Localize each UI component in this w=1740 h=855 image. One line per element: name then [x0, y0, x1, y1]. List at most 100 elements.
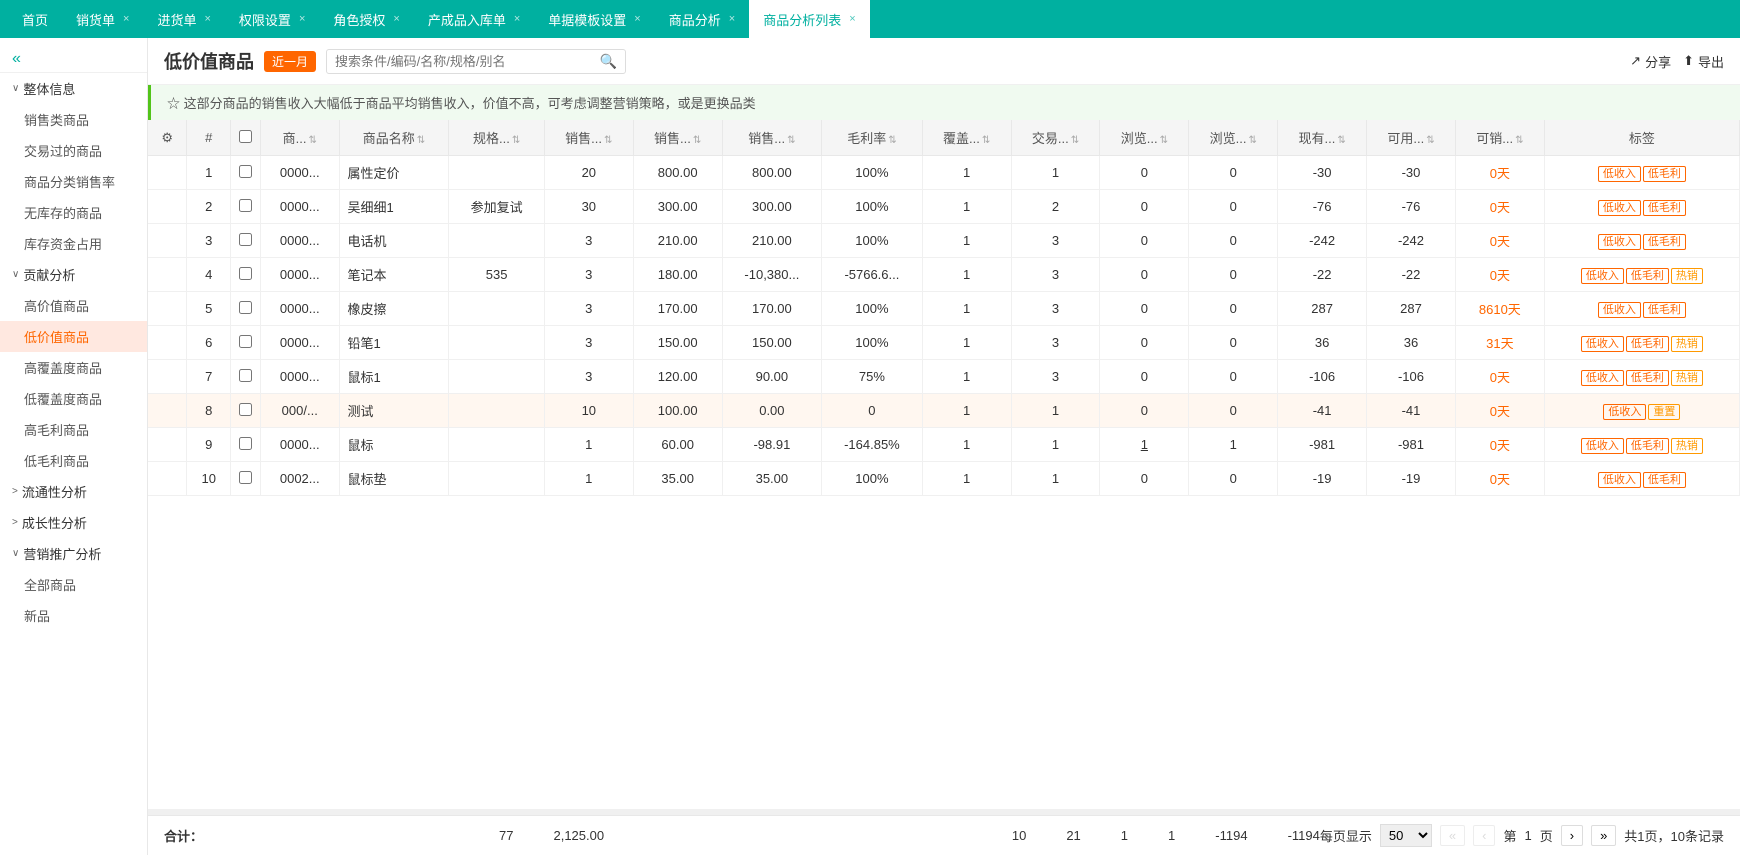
th-cover[interactable]: 覆盖...⇅ — [922, 120, 1011, 156]
next-page-btn[interactable]: › — [1561, 825, 1583, 846]
sidebar-group-circulation[interactable]: > 流通性分析 — [0, 476, 147, 507]
th-stock3[interactable]: 可销...⇅ — [1455, 120, 1544, 156]
close-icon[interactable]: × — [393, 13, 399, 25]
row-checkbox[interactable] — [239, 335, 252, 348]
table-row: 8 000/... 测试 10 100.00 0.00 0 1 1 0 0 -4… — [148, 394, 1740, 428]
row-browse2: 0 — [1189, 292, 1278, 326]
table-row: 1 0000... 属性定价 20 800.00 800.00 100% 1 1… — [148, 156, 1740, 190]
row-code: 0002... — [260, 462, 339, 496]
nav-permission[interactable]: 权限设置 × — [225, 0, 319, 38]
sidebar-item-high-margin[interactable]: 高毛利商品 — [0, 414, 147, 445]
close-icon[interactable]: × — [204, 13, 210, 25]
period-tag-btn[interactable]: 近一月 — [264, 51, 316, 72]
footer-stock1: -1194 — [1215, 828, 1247, 843]
nav-sales[interactable]: 销货单 × — [62, 0, 143, 38]
row-margin: 100% — [822, 292, 923, 326]
last-page-btn[interactable]: » — [1591, 825, 1616, 846]
row-checkbox-cell[interactable] — [230, 428, 260, 462]
row-checkbox[interactable] — [239, 199, 252, 212]
nav-product-in[interactable]: 产成品入库单 × — [414, 0, 534, 38]
row-checkbox-cell[interactable] — [230, 156, 260, 190]
nav-template[interactable]: 单据模板设置 × — [534, 0, 654, 38]
close-icon[interactable]: × — [729, 13, 735, 25]
row-checkbox[interactable] — [239, 301, 252, 314]
sidebar-item-category-rate[interactable]: 商品分类销售率 — [0, 166, 147, 197]
close-icon[interactable]: × — [123, 13, 129, 25]
row-checkbox[interactable] — [239, 233, 252, 246]
search-input[interactable] — [335, 54, 596, 69]
row-checkbox-cell[interactable] — [230, 360, 260, 394]
row-days: 0天 — [1455, 360, 1544, 394]
row-checkbox-cell[interactable] — [230, 224, 260, 258]
prev-page-btn[interactable]: ‹ — [1473, 825, 1495, 846]
sidebar-item-high-value[interactable]: 高价值商品 — [0, 290, 147, 321]
row-qty: 20 — [544, 156, 633, 190]
nav-analysis[interactable]: 商品分析 × — [655, 0, 749, 38]
row-checkbox-cell[interactable] — [230, 394, 260, 428]
sidebar-item-sales-category[interactable]: 销售类商品 — [0, 104, 147, 135]
row-checkbox-cell[interactable] — [230, 190, 260, 224]
sidebar-group-contribution[interactable]: ∨ 贡献分析 — [0, 259, 147, 290]
close-icon[interactable]: × — [849, 13, 855, 25]
share-button[interactable]: ↗ 分享 — [1630, 52, 1671, 71]
per-page-select[interactable]: 50 100 200 — [1380, 824, 1432, 847]
sidebar-group-overall[interactable]: ∨ 整体信息 — [0, 73, 147, 104]
th-trade[interactable]: 交易...⇅ — [1011, 120, 1100, 156]
close-icon[interactable]: × — [514, 13, 520, 25]
th-sale3[interactable]: 销售...⇅ — [722, 120, 822, 156]
table-wrapper[interactable]: ⚙ # 商...⇅ 商品名称⇅ 规格...⇅ 销售...⇅ 销售...⇅ 销售.… — [148, 120, 1740, 809]
row-checkbox-cell[interactable] — [230, 292, 260, 326]
nav-analysis-list[interactable]: 商品分析列表 × — [749, 0, 869, 38]
th-code[interactable]: 商...⇅ — [260, 120, 339, 156]
th-browse1[interactable]: 浏览...⇅ — [1100, 120, 1189, 156]
nav-purchase[interactable]: 进货单 × — [143, 0, 224, 38]
sidebar-item-stock-fund[interactable]: 库存资金占用 — [0, 228, 147, 259]
row-checkbox[interactable] — [239, 267, 252, 280]
row-trade: 3 — [1011, 224, 1100, 258]
row-checkbox[interactable] — [239, 437, 252, 450]
row-checkbox[interactable] — [239, 403, 252, 416]
sidebar-collapse-btn[interactable]: « — [8, 50, 25, 68]
row-margin: 100% — [822, 462, 923, 496]
sidebar-item-traded[interactable]: 交易过的商品 — [0, 135, 147, 166]
sidebar-group-marketing[interactable]: ∨ 营销推广分析 — [0, 538, 147, 569]
th-margin[interactable]: 毛利率⇅ — [822, 120, 923, 156]
sidebar-item-low-margin[interactable]: 低毛利商品 — [0, 445, 147, 476]
sidebar-item-new-products[interactable]: 新品 — [0, 600, 147, 631]
th-checkbox[interactable] — [230, 120, 260, 156]
row-checkbox[interactable] — [239, 165, 252, 178]
info-banner: ☆ 这部分商品的销售收入大幅低于商品平均销售收入，价值不高，可考虑调整营销策略，… — [148, 85, 1740, 120]
close-icon[interactable]: × — [634, 13, 640, 25]
sidebar-item-no-stock[interactable]: 无库存的商品 — [0, 197, 147, 228]
row-spec: 参加复试 — [449, 190, 544, 224]
row-checkbox[interactable] — [239, 369, 252, 382]
export-button[interactable]: ⬆ 导出 — [1683, 52, 1724, 71]
nav-home[interactable]: 首页 — [8, 0, 62, 38]
select-all-checkbox[interactable] — [239, 130, 252, 143]
table-row: 3 0000... 电话机 3 210.00 210.00 100% 1 3 0… — [148, 224, 1740, 258]
row-checkbox-cell[interactable] — [230, 258, 260, 292]
th-stock1[interactable]: 现有...⇅ — [1278, 120, 1367, 156]
th-sale1[interactable]: 销售...⇅ — [544, 120, 633, 156]
close-icon[interactable]: × — [299, 13, 305, 25]
sidebar-group-growth[interactable]: > 成长性分析 — [0, 507, 147, 538]
sidebar-item-low-value[interactable]: 低价值商品 — [0, 321, 147, 352]
th-settings[interactable]: ⚙ — [148, 120, 187, 156]
th-stock2[interactable]: 可用...⇅ — [1367, 120, 1456, 156]
row-checkbox-cell[interactable] — [230, 326, 260, 360]
nav-role[interactable]: 角色授权 × — [319, 0, 413, 38]
page-header: 低价值商品 近一月 🔍 ↗ 分享 ⬆ 导出 — [148, 38, 1740, 85]
sidebar-item-all-products[interactable]: 全部商品 — [0, 569, 147, 600]
row-days: 0天 — [1455, 394, 1544, 428]
th-browse2[interactable]: 浏览...⇅ — [1189, 120, 1278, 156]
search-icon[interactable]: 🔍 — [600, 53, 617, 70]
th-spec[interactable]: 规格...⇅ — [449, 120, 544, 156]
sidebar-item-low-coverage[interactable]: 低覆盖度商品 — [0, 383, 147, 414]
row-checkbox[interactable] — [239, 471, 252, 484]
th-name[interactable]: 商品名称⇅ — [339, 120, 449, 156]
row-browse1[interactable]: 1 — [1100, 428, 1189, 462]
th-sale2[interactable]: 销售...⇅ — [633, 120, 722, 156]
first-page-btn[interactable]: « — [1440, 825, 1465, 846]
row-checkbox-cell[interactable] — [230, 462, 260, 496]
sidebar-item-high-coverage[interactable]: 高覆盖度商品 — [0, 352, 147, 383]
